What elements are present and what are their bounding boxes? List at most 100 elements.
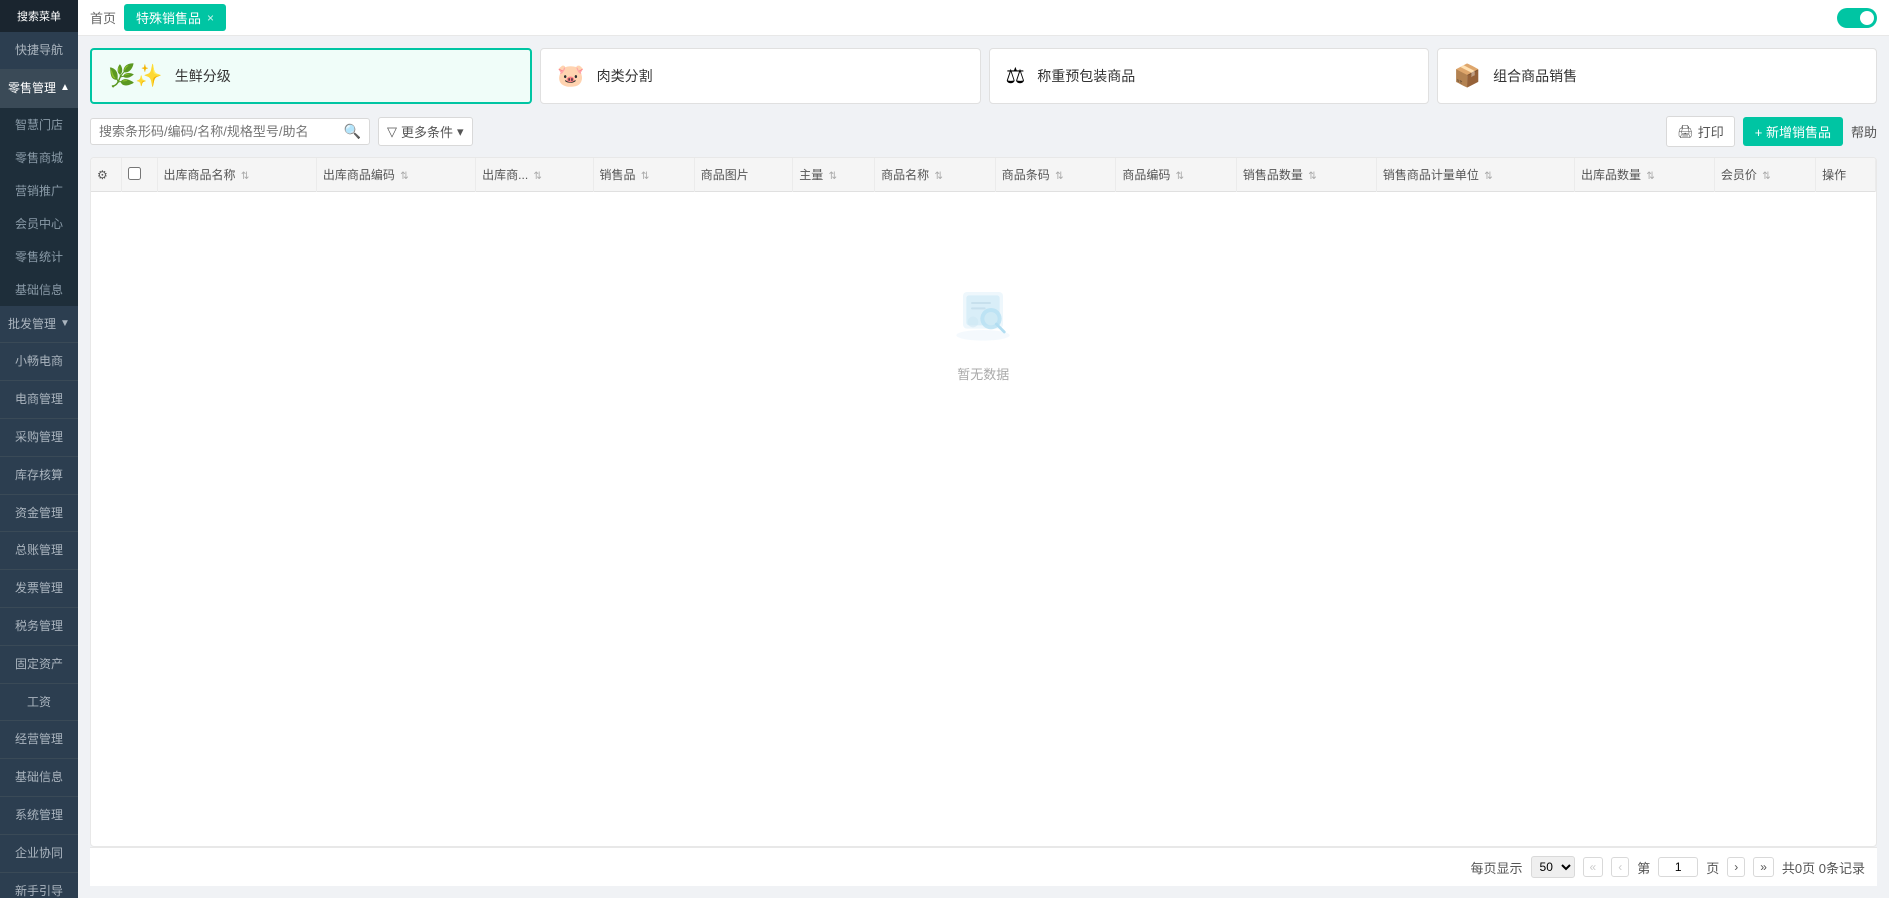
home-tab[interactable]: 首页 [90,8,116,27]
search-icon[interactable]: 🔍 [344,123,361,140]
last-page-button[interactable]: » [1753,857,1774,877]
sidebar-item-mini-ecom[interactable]: 小畅电商 [0,343,78,381]
sidebar-item-retail-mall[interactable]: 零售商城 [0,141,78,174]
sidebar-item-sales-promo[interactable]: 营销推广 [0,174,78,207]
sidebar-item-new-guide[interactable]: 新手引导 [0,873,78,898]
col-out-spec: 出库商... ⇅ [476,158,593,192]
sidebar-item-member-center[interactable]: 会员中心 [0,207,78,240]
sidebar-item-quick-nav[interactable]: 快捷导航 [0,32,78,70]
sidebar-item-ecom-mgmt[interactable]: 电商管理 [0,381,78,419]
sidebar-item-inventory[interactable]: 库存核算 [0,457,78,495]
sidebar-item-label: 零售管理 [8,80,56,97]
print-icon: 🖨 [1677,124,1694,140]
sidebar-item-label: 快捷导航 [15,42,63,59]
sidebar-item-enterprise[interactable]: 企业协同 [0,835,78,873]
sort-icon[interactable]: ⇅ [829,171,837,182]
sidebar-item-tax-mgmt[interactable]: 税务管理 [0,608,78,646]
chevron-down-icon: ▲ [60,81,70,95]
first-page-button[interactable]: « [1583,857,1604,877]
table-settings-col[interactable]: ⚙ [91,158,121,192]
chevron-down-icon: ▼ [60,317,70,331]
col-out-name: 出库商品名称 ⇅ [157,158,316,192]
sidebar-item-basic-info[interactable]: 基础信息 [0,273,78,306]
table-checkbox-col[interactable] [121,158,157,192]
active-tab-label: 特殊销售品 [136,8,201,27]
combo-icon: 📦 [1454,63,1481,89]
col-member-price: 会员价 ⇅ [1714,158,1815,192]
tab-meat-cut[interactable]: 🐷 肉类分割 [540,48,980,104]
toolbar-right: 🖨 打印 + 新增销售品 帮助 [1666,116,1877,147]
total-text: 共0页 0条记录 [1782,858,1865,877]
toolbar-left: 🔍 ▽ 更多条件 ▾ [90,117,473,146]
sidebar-item-finance-mgmt[interactable]: 资金管理 [0,495,78,533]
tab-combo-sales[interactable]: 📦 组合商品销售 [1437,48,1877,104]
sort-icon[interactable]: ⇅ [934,171,942,182]
col-weight: 主量 ⇅ [793,158,875,192]
add-sale-item-button[interactable]: + 新增销售品 [1743,117,1843,146]
sort-icon[interactable]: ⇅ [241,171,249,182]
sidebar-item-wholesale-mgmt[interactable]: 批发管理 ▼ [0,306,78,344]
sort-icon[interactable]: ⇅ [1762,171,1770,182]
pagination: 每页显示 50 « ‹ 第 页 › » 共0页 0条记录 [90,847,1877,886]
sidebar-item-invoice-mgmt[interactable]: 发票管理 [0,570,78,608]
sort-icon[interactable]: ⇅ [1646,171,1654,182]
sidebar-item-salary[interactable]: 工资 [0,684,78,722]
print-label: 打印 [1698,122,1724,141]
add-label: + 新增销售品 [1755,122,1831,141]
data-table: ⚙ 出库商品名称 ⇅ 出库商品编码 ⇅ [91,158,1876,463]
sidebar-item-smart-store[interactable]: 智慧门店 [0,108,78,141]
col-barcode: 商品条码 ⇅ [995,158,1116,192]
help-button[interactable]: 帮助 [1851,122,1877,141]
help-label: 帮助 [1851,125,1877,140]
sidebar-item-fixed-assets[interactable]: 固定资产 [0,646,78,684]
col-product-img: 商品图片 [694,158,792,192]
meat-cut-icon: 🐷 [557,63,584,89]
filter-label: 更多条件 [401,122,453,141]
sidebar-item-system-mgmt[interactable]: 系统管理 [0,797,78,835]
sort-icon[interactable]: ⇅ [1484,171,1492,182]
sort-icon[interactable]: ⇅ [400,171,408,182]
sidebar-item-ops-mgmt[interactable]: 经营管理 [0,721,78,759]
select-all-checkbox[interactable] [128,167,141,180]
settings-icon[interactable]: ⚙ [97,168,108,182]
sidebar-item-basic-info2[interactable]: 基础信息 [0,759,78,797]
page-size-select[interactable]: 50 [1531,856,1575,878]
col-out-qty: 出库品数量 ⇅ [1574,158,1714,192]
col-action: 操作 [1816,158,1876,192]
sort-icon[interactable]: ⇅ [1176,171,1184,182]
tab-fresh-grade[interactable]: 🌿✨ 生鲜分级 [90,48,532,104]
print-button[interactable]: 🖨 打印 [1666,116,1735,147]
page-size-label: 每页显示 [1471,858,1523,877]
filter-button[interactable]: ▽ 更多条件 ▾ [378,117,473,146]
search-input[interactable] [99,124,338,139]
tab-weigh-label: 称重预包装商品 [1037,66,1135,86]
col-product-name: 商品名称 ⇅ [875,158,996,192]
prev-page-button[interactable]: ‹ [1611,857,1629,877]
col-sale-qty: 销售品数量 ⇅ [1236,158,1376,192]
weigh-icon: ⚖ [1006,63,1026,89]
sort-icon[interactable]: ⇅ [641,171,649,182]
filter-arrow-icon: ▾ [457,124,464,140]
search-box[interactable]: 🔍 [90,118,370,145]
sidebar-item-retail-mgmt[interactable]: 零售管理 ▲ [0,70,78,108]
active-tab[interactable]: 特殊销售品 × [124,4,226,31]
filter-icon: ▽ [387,124,397,140]
sidebar-item-general-ledger[interactable]: 总账管理 [0,532,78,570]
sidebar-item-purchase-mgmt[interactable]: 采购管理 [0,419,78,457]
sidebar-search-menu[interactable]: 搜索菜单 [0,0,78,32]
tab-weigh-prepack[interactable]: ⚖ 称重预包装商品 [989,48,1429,104]
toggle-button[interactable] [1837,8,1877,28]
page-number-input[interactable] [1658,857,1698,877]
next-page-button[interactable]: › [1727,857,1745,877]
col-sale-unit: 销售商品计量单位 ⇅ [1376,158,1574,192]
page-content: 🌿✨ 生鲜分级 🐷 肉类分割 ⚖ 称重预包装商品 📦 组合商品销售 🔍 [78,36,1889,898]
sidebar-item-retail-stats[interactable]: 零售统计 [0,240,78,273]
sort-icon[interactable]: ⇅ [534,171,542,182]
sort-icon[interactable]: ⇅ [1308,171,1316,182]
col-out-code: 出库商品编码 ⇅ [316,158,475,192]
tab-fresh-grade-label: 生鲜分级 [175,66,231,86]
toolbar: 🔍 ▽ 更多条件 ▾ 🖨 打印 + 新增销售品 帮助 [90,116,1877,147]
col-product-code: 商品编码 ⇅ [1116,158,1237,192]
sort-icon[interactable]: ⇅ [1055,171,1063,182]
close-tab-icon[interactable]: × [207,11,214,25]
